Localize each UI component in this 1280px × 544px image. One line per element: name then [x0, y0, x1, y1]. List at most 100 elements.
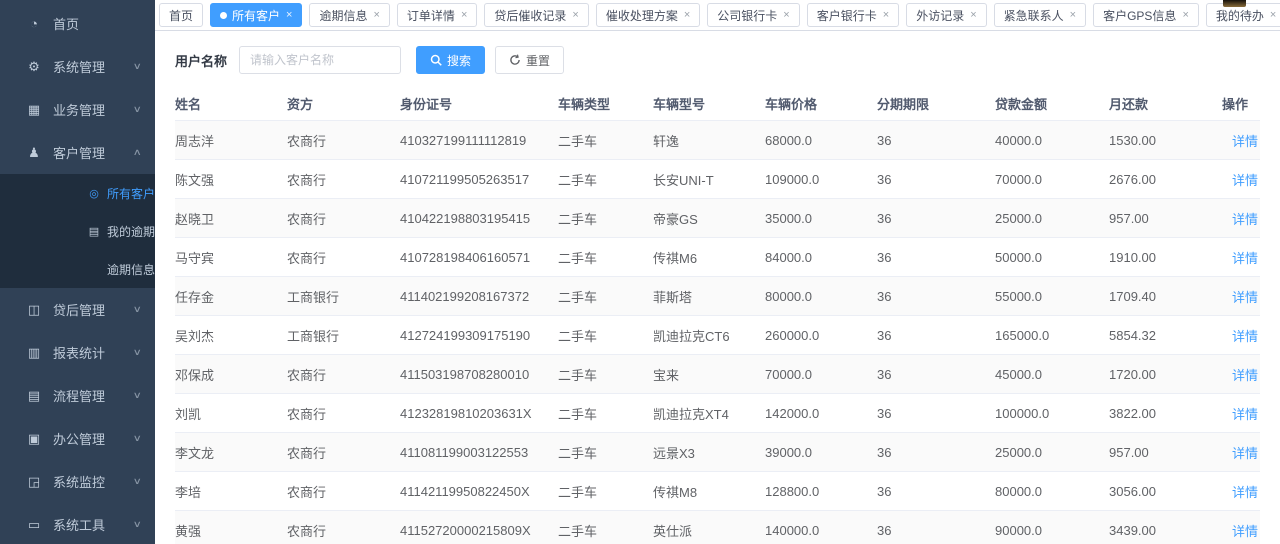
cell-monthly-payment: 957.00 [1109, 199, 1222, 238]
sidebar-item-icon: ▤ [86, 225, 102, 238]
close-icon[interactable]: × [1070, 9, 1076, 21]
sidebar-item[interactable]: ◔ 首页 [0, 2, 155, 45]
tab[interactable]: 首页 [159, 3, 203, 27]
cell-name: 马守宾 [175, 238, 287, 277]
sidebar-item-icon: ▥ [24, 345, 44, 361]
sidebar-item-icon: ▦ [24, 102, 44, 118]
close-icon[interactable]: × [684, 9, 690, 21]
cell-vehicle-type: 二手车 [558, 472, 653, 511]
tab[interactable]: 紧急联系人 × [994, 3, 1086, 27]
cell-vehicle-model: 传祺M8 [653, 472, 765, 511]
sidebar-item-label: 系统管理 [53, 57, 105, 76]
cell-monthly-payment: 2676.00 [1109, 160, 1222, 199]
close-icon[interactable]: × [286, 9, 292, 21]
tab-label: 外访记录 [916, 7, 964, 24]
cell-monthly-payment: 957.00 [1109, 433, 1222, 472]
cell-term: 36 [877, 511, 995, 544]
search-button[interactable]: 搜索 [416, 46, 485, 74]
sidebar-item[interactable]: ◎ 所有客户 [0, 174, 155, 212]
cell-term: 36 [877, 433, 995, 472]
sidebar-item-label: 逾期信息 [107, 261, 155, 278]
close-icon[interactable]: × [461, 9, 467, 21]
cell-name: 李文龙 [175, 433, 287, 472]
tab-label: 紧急联系人 [1004, 7, 1064, 24]
table-row: 马守宾 农商行 410728198406160571 二手车 传祺M6 8400… [175, 238, 1260, 277]
sidebar-item[interactable]: ▤ 流程管理 ∨ [0, 374, 155, 417]
close-icon[interactable]: × [1182, 9, 1188, 21]
sidebar-item[interactable]: 逾期信息 [0, 250, 155, 288]
customer-name-input[interactable] [239, 46, 401, 74]
sidebar-item[interactable]: ▤ 我的逾期 [0, 212, 155, 250]
sidebar-item[interactable]: ◲ 系统监控 ∨ [0, 460, 155, 503]
sidebar-item[interactable]: ▦ 业务管理 ∨ [0, 88, 155, 131]
close-icon[interactable]: × [883, 9, 889, 21]
cell-vehicle-model: 凯迪拉克CT6 [653, 316, 765, 355]
sidebar-item-label: 我的逾期 [107, 223, 155, 240]
close-icon[interactable]: × [970, 9, 976, 21]
tab[interactable]: 外访记录 × [906, 3, 986, 27]
cell-vehicle-price: 260000.0 [765, 316, 877, 355]
sidebar-item[interactable]: ♟ 客户管理 ∧ [0, 131, 155, 174]
sidebar-item[interactable]: ◫ 贷后管理 ∨ [0, 288, 155, 331]
sidebar-item[interactable]: ▥ 报表统计 ∨ [0, 331, 155, 374]
tab-label: 我的待办 [1216, 7, 1264, 24]
detail-link[interactable]: 详情 [1232, 251, 1258, 266]
detail-link[interactable]: 详情 [1232, 368, 1258, 383]
active-dot-icon [220, 12, 227, 19]
sidebar-item[interactable]: ▣ 办公管理 ∨ [0, 417, 155, 460]
tab-label: 客户GPS信息 [1103, 7, 1176, 24]
reset-button[interactable]: 重置 [495, 46, 564, 74]
tab[interactable]: 订单详情 × [397, 3, 477, 27]
cell-loan-amount: 165000.0 [995, 316, 1109, 355]
cell-loan-amount: 25000.0 [995, 433, 1109, 472]
tab-label: 公司银行卡 [717, 7, 777, 24]
tab[interactable]: 催收处理方案 × [596, 3, 700, 27]
table-header: 姓名资方身份证号车辆类型车辆型号车辆价格分期期限贷款金额月还款操作 [175, 87, 1260, 121]
close-icon[interactable]: × [572, 9, 578, 21]
tab[interactable]: 贷后催收记录 × [484, 3, 588, 27]
cell-monthly-payment: 1720.00 [1109, 355, 1222, 394]
cell-vehicle-type: 二手车 [558, 316, 653, 355]
detail-link[interactable]: 详情 [1232, 524, 1258, 539]
cell-loan-amount: 100000.0 [995, 394, 1109, 433]
avatar-partial[interactable] [1223, 0, 1246, 7]
cell-vehicle-model: 长安UNI-T [653, 160, 765, 199]
chevron-icon: ∨ [133, 433, 142, 444]
sidebar-item[interactable]: ▭ 系统工具 ∨ [0, 503, 155, 544]
close-icon[interactable]: × [1270, 9, 1276, 21]
detail-link[interactable]: 详情 [1232, 173, 1258, 188]
detail-link[interactable]: 详情 [1232, 212, 1258, 227]
cell-vehicle-price: 109000.0 [765, 160, 877, 199]
cell-loan-amount: 55000.0 [995, 277, 1109, 316]
cell-id-number: 412724199309175190 [400, 316, 558, 355]
tab[interactable]: 逾期信息 × [309, 3, 389, 27]
cell-vehicle-model: 宝来 [653, 355, 765, 394]
sidebar-item[interactable]: ⚙ 系统管理 ∨ [0, 45, 155, 88]
cell-loan-amount: 70000.0 [995, 160, 1109, 199]
tab[interactable]: 客户银行卡 × [807, 3, 899, 27]
detail-link[interactable]: 详情 [1232, 485, 1258, 500]
chevron-icon: ∨ [133, 61, 142, 72]
table-row: 吴刘杰 工商银行 412724199309175190 二手车 凯迪拉克CT6 … [175, 316, 1260, 355]
detail-link[interactable]: 详情 [1232, 329, 1258, 344]
detail-link[interactable]: 详情 [1232, 407, 1258, 422]
cell-loan-amount: 80000.0 [995, 472, 1109, 511]
detail-link[interactable]: 详情 [1232, 446, 1258, 461]
tab-label: 催收处理方案 [606, 7, 678, 24]
detail-link[interactable]: 详情 [1232, 134, 1258, 149]
tab[interactable]: 公司银行卡 × [707, 3, 799, 27]
tab[interactable]: 客户GPS信息 × [1093, 3, 1199, 27]
table-row: 赵晓卫 农商行 410422198803195415 二手车 帝豪GS 3500… [175, 199, 1260, 238]
close-icon[interactable]: × [373, 9, 379, 21]
close-icon[interactable]: × [783, 9, 789, 21]
cell-monthly-payment: 1709.40 [1109, 277, 1222, 316]
tab[interactable]: 所有客户 × [210, 3, 302, 27]
column-header: 分期期限 [877, 87, 995, 121]
detail-link[interactable]: 详情 [1232, 290, 1258, 305]
cell-id-number: 411402199208167372 [400, 277, 558, 316]
cell-funder: 农商行 [287, 355, 400, 394]
cell-funder: 农商行 [287, 160, 400, 199]
column-header: 操作 [1222, 87, 1260, 121]
sidebar-item-icon: ◔ [24, 16, 44, 31]
sidebar-item-label: 贷后管理 [53, 300, 105, 319]
